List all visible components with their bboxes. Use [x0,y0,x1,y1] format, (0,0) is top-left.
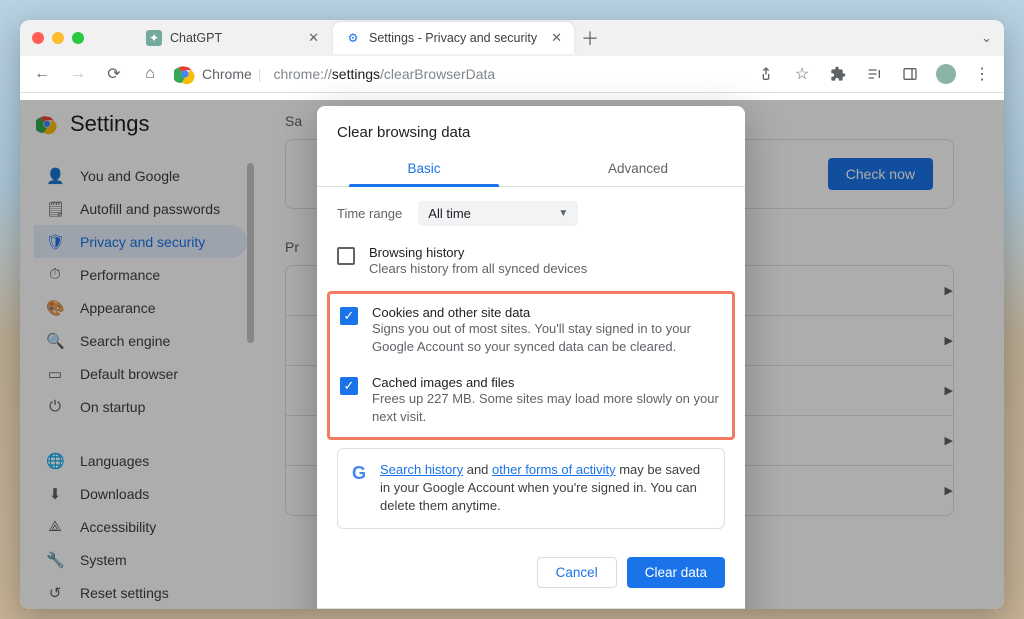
url-host: settings [332,66,380,82]
reload-button[interactable]: ⟳ [102,62,126,86]
forward-button[interactable]: → [66,62,90,86]
checkbox-checked[interactable]: ✓ [340,307,358,325]
option-title: Cached images and files [372,375,722,390]
url-path: /clearBrowserData [380,66,495,82]
gear-icon: ⚙ [345,30,361,46]
tab-label: ChatGPT [170,31,222,45]
extensions-icon[interactable] [826,62,850,86]
minimize-window-button[interactable] [52,32,64,44]
bookmark-icon[interactable]: ☆ [790,62,814,86]
back-button[interactable]: ← [30,62,54,86]
time-range-label: Time range [337,206,402,221]
close-window-button[interactable] [32,32,44,44]
option-desc: Clears history from all synced devices [369,260,587,278]
checkbox-unchecked[interactable] [337,247,355,265]
zoom-window-button[interactable] [72,32,84,44]
chatgpt-favicon-icon: ✦ [146,30,162,46]
tab-settings[interactable]: ⚙ Settings - Privacy and security ✕ [333,22,574,54]
option-title: Browsing history [369,245,587,260]
dialog-tabs: Basic Advanced [317,151,745,187]
highlighted-options: ✓ Cookies and other site data Signs you … [327,291,735,440]
tab-chatgpt[interactable]: ✦ ChatGPT ✕ [134,22,331,54]
new-tab-button[interactable]: ＋ [576,24,604,52]
time-range-value: All time [428,206,471,221]
google-activity-info: G Search history and other forms of acti… [337,448,725,529]
checkbox-checked[interactable]: ✓ [340,377,358,395]
chrome-logo-icon [174,63,196,85]
tab-advanced[interactable]: Advanced [531,151,745,186]
reading-list-icon[interactable] [862,62,886,86]
option-browsing-history[interactable]: Browsing history Clears history from all… [317,236,745,287]
menu-icon[interactable]: ⋮ [970,62,994,86]
close-tab-icon[interactable]: ✕ [308,30,319,46]
address-bar[interactable]: chrome://settings/clearBrowserData [273,66,495,82]
search-history-link[interactable]: Search history [380,462,463,477]
home-button[interactable]: ⌂ [138,62,162,86]
cancel-button[interactable]: Cancel [537,557,617,588]
option-cookies[interactable]: ✓ Cookies and other site data Signs you … [330,296,732,365]
time-range-select[interactable]: All time ▼ [418,201,578,226]
clear-browsing-data-dialog: Clear browsing data Basic Advanced Time … [317,106,745,609]
chevron-down-icon: ▼ [558,208,568,219]
profile-avatar-icon[interactable] [934,62,958,86]
tab-overflow-icon[interactable]: ⌄ [977,26,996,50]
option-title: Cookies and other site data [372,305,722,320]
option-desc: Signs you out of most sites. You'll stay… [372,320,722,356]
tab-bar: ✦ ChatGPT ✕ ⚙ Settings - Privacy and sec… [20,20,1004,56]
option-desc: Frees up 227 MB. Some sites may load mor… [372,390,722,426]
option-cached[interactable]: ✓ Cached images and files Frees up 227 M… [330,366,732,435]
close-tab-icon[interactable]: ✕ [551,30,562,46]
toolbar: ← → ⟳ ⌂ Chrome | chrome://settings/clear… [20,56,1004,93]
side-panel-icon[interactable] [898,62,922,86]
window-controls [32,32,84,44]
tab-label: Settings - Privacy and security [369,31,537,45]
url-scheme: chrome:// [273,66,331,82]
clear-data-button[interactable]: Clear data [627,557,725,588]
other-activity-link[interactable]: other forms of activity [492,462,616,477]
google-g-icon: G [352,461,366,486]
dialog-title: Clear browsing data [317,124,745,151]
share-icon[interactable] [754,62,778,86]
site-label: Chrome [202,66,252,82]
tab-basic[interactable]: Basic [317,151,531,186]
site-info[interactable]: Chrome | [174,63,261,85]
signed-in-user: Dilum Senevirathne Syncing to [317,609,745,610]
info-text: Search history and other forms of activi… [380,461,710,516]
